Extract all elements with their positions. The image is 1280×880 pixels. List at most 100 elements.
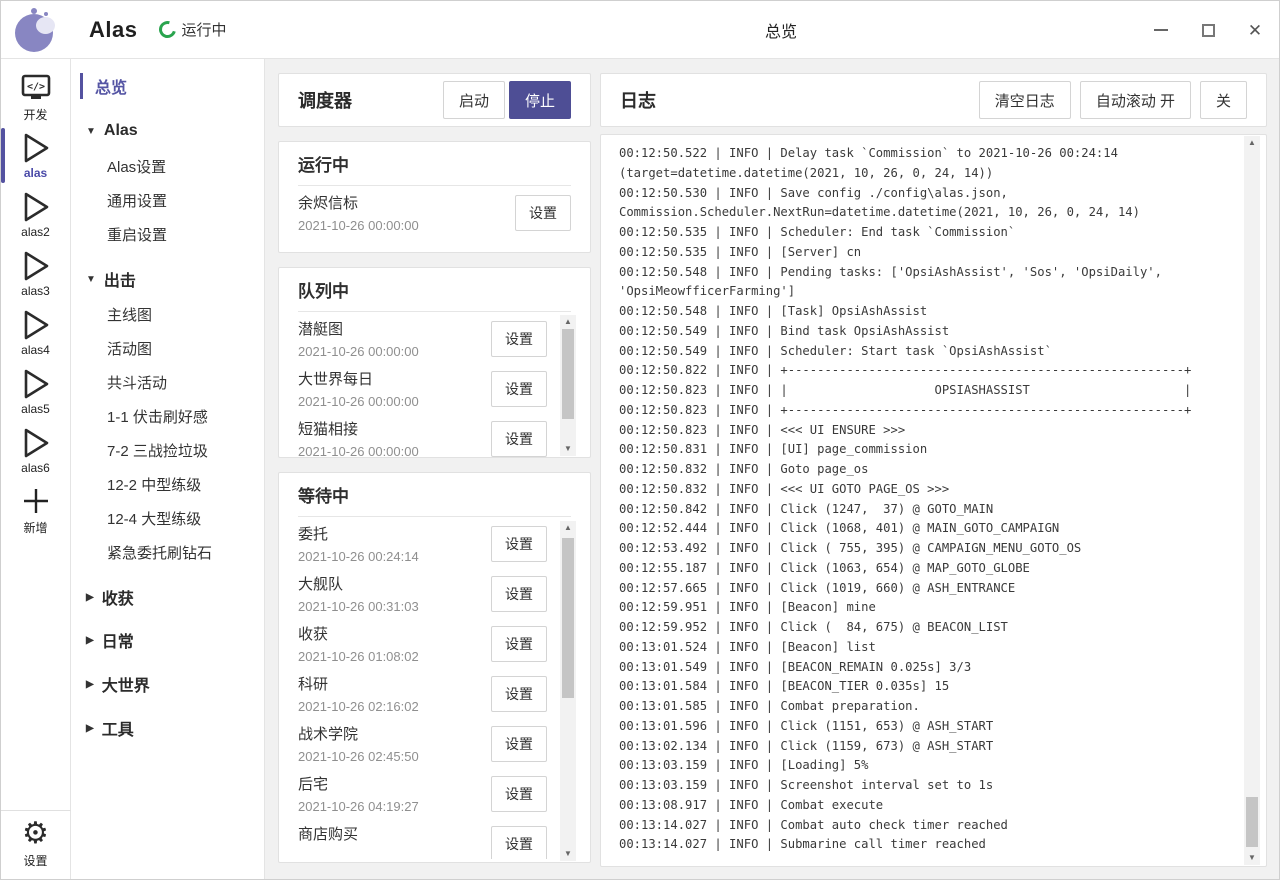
task-row: 商店购买设置 xyxy=(298,822,571,859)
maximize-icon xyxy=(1202,24,1215,37)
scrollbar-thumb[interactable] xyxy=(1246,797,1258,847)
task-row: 收获2021-10-26 01:08:02设置 xyxy=(298,622,571,672)
nav-item-通用设置[interactable]: 通用设置 xyxy=(71,183,264,217)
log-line: 00:13:14.027 | INFO | Submarine call tim… xyxy=(619,835,1236,855)
nav-menu: 总览 ▼AlasAlas设置通用设置重启设置 ▼出击主线图活动图共斗活动1-1 伏击… xyxy=(71,59,265,879)
task-info: 委托2021-10-26 00:24:14 xyxy=(298,522,491,572)
rail-item-alas5[interactable]: alas5 xyxy=(1,362,71,421)
waiting-scrollbar[interactable]: ▲ ▼ xyxy=(560,521,576,861)
rail-item-alas[interactable]: alas xyxy=(1,126,71,185)
close-button[interactable]: ✕ xyxy=(1247,22,1263,38)
task-info: 大舰队2021-10-26 00:31:03 xyxy=(298,572,491,622)
log-line: 00:13:01.584 | INFO | [BEACON_TIER 0.035… xyxy=(619,677,1236,697)
task-setting-button[interactable]: 设置 xyxy=(491,776,547,812)
task-setting-button[interactable]: 设置 xyxy=(491,421,547,457)
nav-item-Alas设置[interactable]: Alas设置 xyxy=(71,149,264,183)
scroll-down-icon[interactable]: ▼ xyxy=(560,442,576,456)
code-monitor-icon: </> xyxy=(20,71,52,105)
rail-item-dev[interactable]: </>开发 xyxy=(1,67,71,126)
nav-group-Alas[interactable]: ▼Alas xyxy=(71,113,264,149)
rail-item-add[interactable]: 新增 xyxy=(1,480,71,539)
app-name: Alas xyxy=(89,17,137,43)
nav-group-工具[interactable]: ▶ 工具 xyxy=(71,709,264,747)
scroll-up-icon[interactable]: ▲ xyxy=(1244,136,1260,150)
task-name: 收获 xyxy=(298,625,491,645)
scheduler-title: 调度器 xyxy=(298,87,352,113)
page-title: 总览 xyxy=(765,18,797,42)
task-setting-button[interactable]: 设置 xyxy=(491,526,547,562)
main-area: </>开发 alas alas2 alas3alas4 alas5 alas6新增 ⚙ 设… xyxy=(1,59,1279,879)
task-next-run-time: 2021-10-26 02:16:02 xyxy=(298,699,491,715)
scroll-up-icon[interactable]: ▲ xyxy=(560,521,576,535)
nav-item-紧急委托刷钻石[interactable]: 紧急委托刷钻石 xyxy=(71,535,264,569)
rail-item-alas6[interactable]: alas6 xyxy=(1,421,71,480)
scroll-down-icon[interactable]: ▼ xyxy=(1244,851,1260,865)
task-info: 战术学院 2021-10-26 02:45:50 xyxy=(298,722,491,772)
nav-item-共斗活动[interactable]: 共斗活动 xyxy=(71,365,264,399)
nav-group-收获[interactable]: ▶收获 xyxy=(71,579,264,615)
gear-icon: ⚙ xyxy=(22,817,49,851)
nav-item-12-4 大型练级[interactable]: 12-4 大型练级 xyxy=(71,501,264,535)
play-icon xyxy=(21,367,51,401)
nav-item-12-2 中型练级[interactable]: 12-2 中型练级 xyxy=(71,467,264,501)
window-controls: ✕ xyxy=(1153,1,1263,59)
task-setting-button[interactable]: 设置 xyxy=(515,195,571,231)
task-info: 大世界每日2021-10-26 00:00:00 xyxy=(298,367,491,417)
chevron-right-icon: ▶ xyxy=(86,592,94,603)
rail-item-settings[interactable]: ⚙ 设置 xyxy=(1,810,71,869)
task-name: 后宅 xyxy=(298,775,491,795)
task-info: 商店购买 xyxy=(298,822,491,859)
scrollbar-thumb[interactable] xyxy=(562,538,574,698)
log-line: 00:12:50.549 | INFO | Scheduler: Start t… xyxy=(619,342,1236,362)
chevron-right-icon: ▶ xyxy=(86,723,94,734)
scrollbar-thumb[interactable] xyxy=(562,329,574,419)
task-setting-button[interactable]: 设置 xyxy=(491,726,547,762)
autoscroll-toggle-button[interactable]: 自动滚动 开 xyxy=(1080,81,1191,119)
task-info: 余烬信标2021-10-26 00:00:00 xyxy=(298,191,515,241)
task-name: 战术学院 xyxy=(298,725,491,745)
rail-item-alas2[interactable]: alas2 xyxy=(1,185,71,244)
log-off-button[interactable]: 关 xyxy=(1200,81,1247,119)
log-scrollbar[interactable]: ▲ ▼ xyxy=(1244,136,1260,865)
scroll-up-icon[interactable]: ▲ xyxy=(560,315,576,329)
log-line: 00:12:50.535 | INFO | Scheduler: End tas… xyxy=(619,223,1236,243)
rail-item-label: alas2 xyxy=(21,225,50,239)
task-setting-button[interactable]: 设置 xyxy=(491,321,547,357)
rail-item-label: alas xyxy=(24,166,47,180)
task-row: 余烬信标2021-10-26 00:00:00设置 xyxy=(298,191,571,241)
log-title: 日志 xyxy=(620,87,656,113)
task-next-run-time: 2021-10-26 02:45:50 xyxy=(298,749,491,765)
nav-item-7-2 三战捡垃圾[interactable]: 7-2 三战捡垃圾 xyxy=(71,433,264,467)
nav-group-label: 工具 xyxy=(102,716,134,740)
task-next-run-time: 2021-10-26 00:00:00 xyxy=(298,394,491,410)
task-row: 大舰队2021-10-26 00:31:03设置 xyxy=(298,572,571,622)
maximize-button[interactable] xyxy=(1200,22,1216,38)
task-setting-button[interactable]: 设置 xyxy=(491,826,547,859)
rail-item-label: alas5 xyxy=(21,402,50,416)
nav-item-重启设置[interactable]: 重启设置 xyxy=(71,217,264,251)
nav-item-主线图[interactable]: 主线图 xyxy=(71,297,264,331)
task-setting-button[interactable]: 设置 xyxy=(491,676,547,712)
log-line: 00:12:50.530 | INFO | Save config ./conf… xyxy=(619,184,1236,204)
nav-item-1-1 伏击刷好感[interactable]: 1-1 伏击刷好感 xyxy=(71,399,264,433)
task-setting-button[interactable]: 设置 xyxy=(491,626,547,662)
rail-item-alas4[interactable]: alas4 xyxy=(1,303,71,362)
task-name: 商店购买 xyxy=(298,825,491,845)
minimize-button[interactable] xyxy=(1153,22,1169,38)
start-button[interactable]: 启动 xyxy=(443,81,505,119)
log-line: 00:12:50.535 | INFO | [Server] cn xyxy=(619,243,1236,263)
task-next-run-time: 2021-10-26 00:00:00 xyxy=(298,344,491,360)
pending-scrollbar[interactable]: ▲ ▼ xyxy=(560,315,576,456)
stop-button[interactable]: 停止 xyxy=(509,81,571,119)
nav-item-活动图[interactable]: 活动图 xyxy=(71,331,264,365)
clear-log-button[interactable]: 清空日志 xyxy=(979,81,1071,119)
scroll-down-icon[interactable]: ▼ xyxy=(560,847,576,861)
task-setting-button[interactable]: 设置 xyxy=(491,576,547,612)
nav-group-日常[interactable]: ▶日常 xyxy=(71,621,264,659)
log-line: 00:12:50.823 | INFO | | OPSIASHASSIST | xyxy=(619,381,1236,401)
nav-group-大世界[interactable]: ▶大世界 xyxy=(71,665,264,703)
rail-item-alas3[interactable]: alas3 xyxy=(1,244,71,303)
nav-item-overview[interactable]: 总览 xyxy=(71,69,264,103)
nav-group-出击[interactable]: ▼出击 xyxy=(71,261,264,297)
task-setting-button[interactable]: 设置 xyxy=(491,371,547,407)
